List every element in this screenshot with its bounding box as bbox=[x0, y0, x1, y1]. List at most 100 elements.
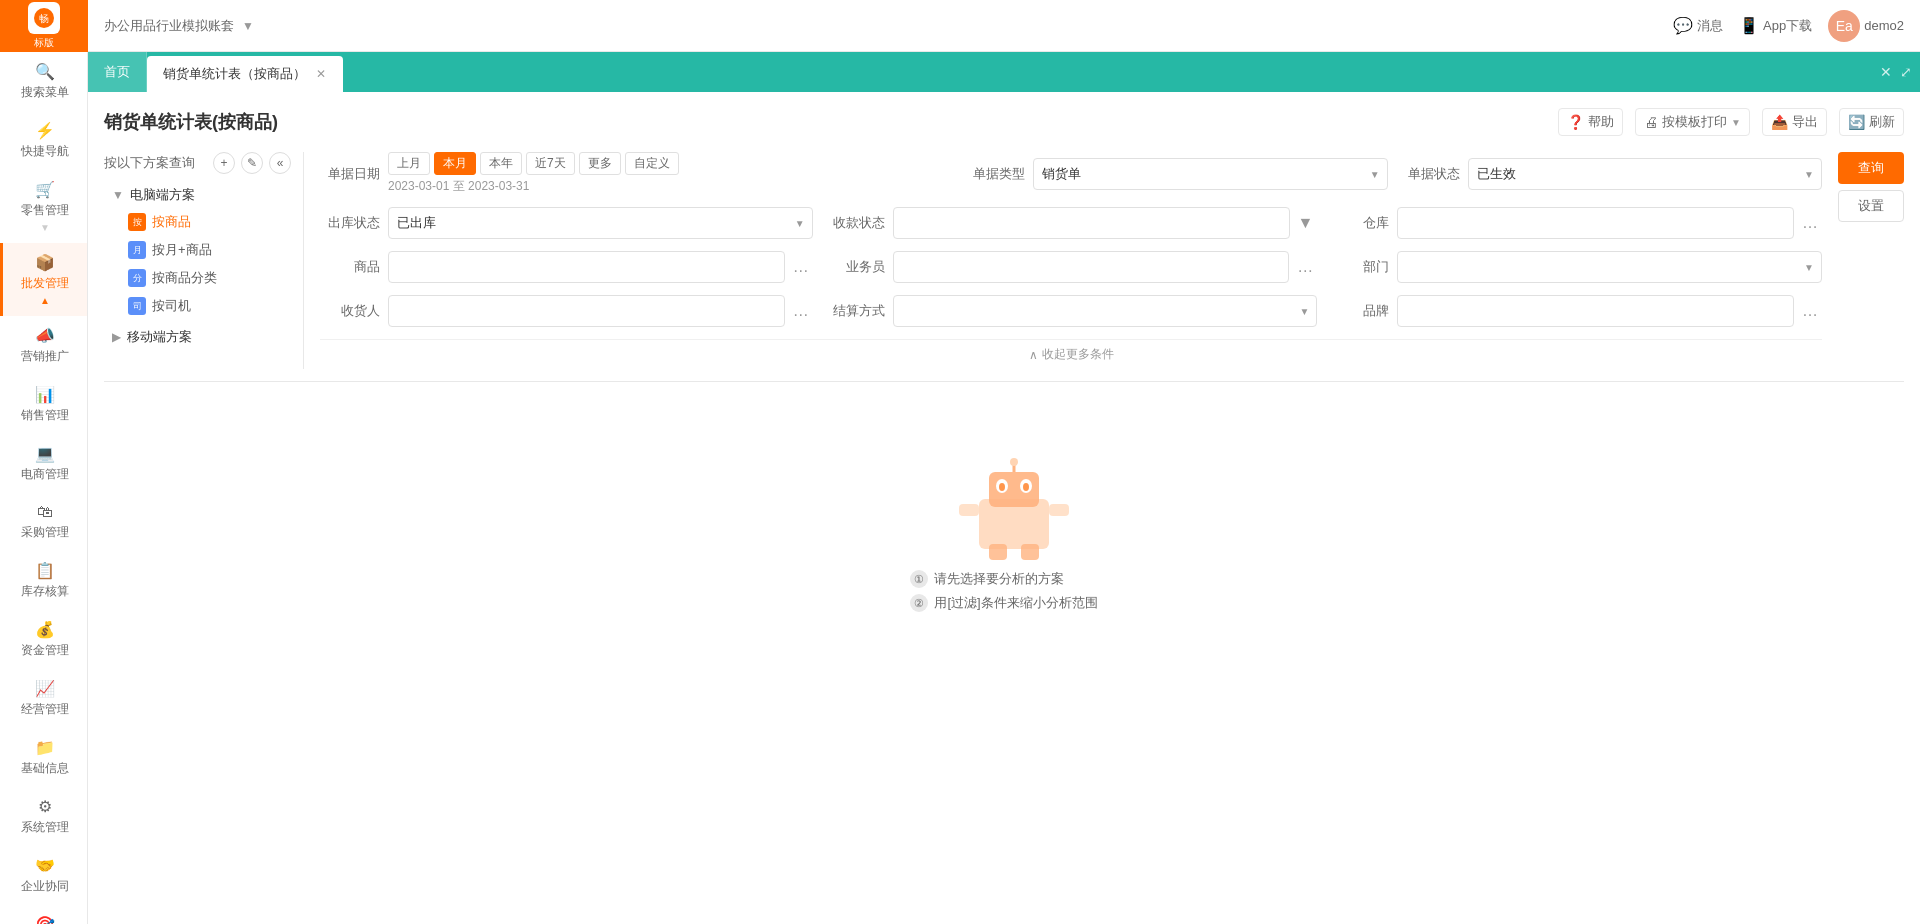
app-logo[interactable]: 畅 标版 bbox=[0, 0, 88, 52]
tree-mobile-group[interactable]: ▶ 移动端方案 bbox=[104, 324, 291, 350]
svg-rect-3 bbox=[989, 472, 1039, 507]
query-button[interactable]: 查询 bbox=[1838, 152, 1904, 184]
tab-home[interactable]: 首页 bbox=[88, 52, 147, 92]
sidebar-item-system[interactable]: ⚙ 系统管理 bbox=[0, 787, 87, 846]
sidebar-item-label: 快捷导航 bbox=[21, 143, 69, 160]
right-panel: 单据日期 上月 本月 本年 近7天 更多 自定义 bbox=[304, 152, 1904, 369]
department-input[interactable] bbox=[1397, 251, 1822, 283]
industry-title: 办公用品行业模拟账套 bbox=[104, 17, 234, 35]
salesman-input[interactable] bbox=[893, 251, 1290, 283]
warehouse-input[interactable] bbox=[1397, 207, 1794, 239]
sidebar-item-basic[interactable]: 📁 基础信息 bbox=[0, 728, 87, 787]
tree-desktop-children: 按 按商品 月 按月+商品 分 按商品分类 司 bbox=[104, 208, 291, 320]
tree-item-by-month-goods[interactable]: 月 按月+商品 bbox=[120, 236, 291, 264]
add-solution-button[interactable]: + bbox=[213, 152, 235, 174]
filter-date: 单据日期 上月 本月 本年 近7天 更多 自定义 bbox=[320, 152, 953, 195]
phone-icon: 📱 bbox=[1739, 16, 1759, 35]
tab-minimize-icon[interactable]: ✕ bbox=[1880, 64, 1892, 80]
logo-icon: 畅 bbox=[28, 2, 60, 34]
edit-solution-button[interactable]: ✎ bbox=[241, 152, 263, 174]
svg-rect-12 bbox=[989, 544, 1007, 560]
tab-sales-stat[interactable]: 销货单统计表（按商品） ✕ bbox=[147, 56, 343, 92]
tab-maximize-icon[interactable]: ⤢ bbox=[1900, 64, 1912, 80]
date-btn-this-year[interactable]: 本年 bbox=[480, 152, 522, 175]
retail-icon: 🛒 bbox=[35, 180, 55, 199]
tree-desktop-group[interactable]: ▼ 电脑端方案 bbox=[104, 182, 291, 208]
filter-doc-type: 单据类型 bbox=[965, 158, 1387, 190]
industry-dropdown-icon[interactable]: ▼ bbox=[242, 19, 254, 33]
filter-row-4: 收货人 … 结算方式 bbox=[320, 295, 1822, 327]
goods-dots[interactable]: … bbox=[789, 258, 813, 276]
sidebar-item-purchase[interactable]: 🛍 采购管理 bbox=[0, 493, 87, 551]
expand-icon-active: ▲ bbox=[40, 295, 50, 306]
sidebar-item-label: 电商管理 bbox=[21, 466, 69, 483]
receiver-label: 收货人 bbox=[320, 302, 380, 320]
salesman-dots[interactable]: … bbox=[1293, 258, 1317, 276]
left-panel-header: 按以下方案查询 + ✎ « bbox=[104, 152, 291, 174]
sidebar-item-operations[interactable]: 📈 经营管理 bbox=[0, 669, 87, 728]
settle-wrapper bbox=[893, 295, 1318, 327]
sidebar-item-marketing[interactable]: 📣 营销推广 bbox=[0, 316, 87, 375]
message-action[interactable]: 💬 消息 bbox=[1673, 16, 1723, 35]
user-profile[interactable]: Ea demo2 bbox=[1828, 10, 1904, 42]
date-btn-this-month[interactable]: 本月 bbox=[434, 152, 476, 175]
desktop-group-label: 电脑端方案 bbox=[130, 186, 195, 204]
refresh-button[interactable]: 🔄 刷新 bbox=[1839, 108, 1904, 136]
receiver-input[interactable] bbox=[388, 295, 785, 327]
setting-button[interactable]: 设置 bbox=[1838, 190, 1904, 222]
doc-status-input[interactable] bbox=[1468, 158, 1822, 190]
filter-doc-status: 单据状态 bbox=[1400, 158, 1822, 190]
content-area: 销货单统计表(按商品) ❓ 帮助 🖨 按模板打印 ▼ 📤 导出 bbox=[88, 92, 1920, 924]
settle-input[interactable] bbox=[893, 295, 1318, 327]
tree-arrow-right: ▶ bbox=[112, 330, 121, 344]
sidebar-item-sales[interactable]: 📊 销售管理 bbox=[0, 375, 87, 434]
empty-tip-1: ① 请先选择要分析的方案 bbox=[910, 570, 1097, 588]
sidebar-item-inventory[interactable]: 📋 库存核算 bbox=[0, 551, 87, 610]
tab-expand-area: ✕ ⤢ bbox=[1880, 64, 1912, 80]
date-btn-last-month[interactable]: 上月 bbox=[388, 152, 430, 175]
sidebar-item-quick-nav[interactable]: ⚡ 快捷导航 bbox=[0, 111, 87, 170]
tree-item-by-goods[interactable]: 按 按商品 bbox=[120, 208, 291, 236]
export-button[interactable]: 📤 导出 bbox=[1762, 108, 1827, 136]
warehouse-dots[interactable]: … bbox=[1798, 214, 1822, 232]
collapse-icon: « bbox=[277, 156, 284, 170]
brand-input[interactable] bbox=[1397, 295, 1794, 327]
sidebar-item-finance[interactable]: 💰 资金管理 bbox=[0, 610, 87, 669]
tree-item-by-clerk[interactable]: 司 按司机 bbox=[120, 292, 291, 320]
out-status-input[interactable] bbox=[388, 207, 813, 239]
filter-department: 部门 bbox=[1329, 251, 1822, 283]
receiver-dots[interactable]: … bbox=[789, 302, 813, 320]
date-range-text: 2023-03-01 至 2023-03-31 bbox=[388, 178, 953, 195]
print-button[interactable]: 🖨 按模板打印 ▼ bbox=[1635, 108, 1750, 136]
doc-type-input[interactable] bbox=[1033, 158, 1387, 190]
sidebar-item-ecommerce[interactable]: 💻 电商管理 bbox=[0, 434, 87, 493]
export-label: 导出 bbox=[1792, 113, 1818, 131]
sidebar-item-guide[interactable]: 🎯 新手引导 bbox=[0, 905, 87, 924]
date-btn-more[interactable]: 更多 bbox=[579, 152, 621, 175]
app-download-action[interactable]: 📱 App下载 bbox=[1739, 16, 1812, 35]
marketing-icon: 📣 bbox=[35, 326, 55, 345]
sidebar-item-search[interactable]: 🔍 搜索菜单 bbox=[0, 52, 87, 111]
help-button[interactable]: ❓ 帮助 bbox=[1558, 108, 1623, 136]
goods-input[interactable] bbox=[388, 251, 785, 283]
inventory-icon: 📋 bbox=[35, 561, 55, 580]
empty-tips: ① 请先选择要分析的方案 ② 用[过滤]条件来缩小分析范围 bbox=[910, 570, 1097, 618]
sidebar-item-wholesale[interactable]: 📦 批发管理 ▲ bbox=[0, 243, 87, 316]
print-dropdown-icon[interactable]: ▼ bbox=[1731, 117, 1741, 128]
date-btn-last-7-days[interactable]: 近7天 bbox=[526, 152, 575, 175]
sidebar-item-label: 批发管理 bbox=[21, 275, 69, 292]
sidebar-item-enterprise[interactable]: 🤝 企业协同 bbox=[0, 846, 87, 905]
brand-dots[interactable]: … bbox=[1798, 302, 1822, 320]
tab-close-icon[interactable]: ✕ bbox=[316, 67, 326, 81]
section-divider bbox=[104, 381, 1904, 382]
receipt-status-dots[interactable]: ▼ bbox=[1294, 214, 1318, 232]
collapse-button[interactable]: ∧ 收起更多条件 bbox=[1029, 346, 1114, 363]
date-btn-custom[interactable]: 自定义 bbox=[625, 152, 679, 175]
page-content: 销货单统计表(按商品) ❓ 帮助 🖨 按模板打印 ▼ 📤 导出 bbox=[88, 92, 1920, 924]
collapse-solution-button[interactable]: « bbox=[269, 152, 291, 174]
message-label: 消息 bbox=[1697, 17, 1723, 35]
left-panel-actions: + ✎ « bbox=[213, 152, 291, 174]
tree-item-by-goods-category[interactable]: 分 按商品分类 bbox=[120, 264, 291, 292]
sidebar-item-retail[interactable]: 🛒 零售管理 ▼ bbox=[0, 170, 87, 243]
receipt-status-input[interactable] bbox=[893, 207, 1290, 239]
